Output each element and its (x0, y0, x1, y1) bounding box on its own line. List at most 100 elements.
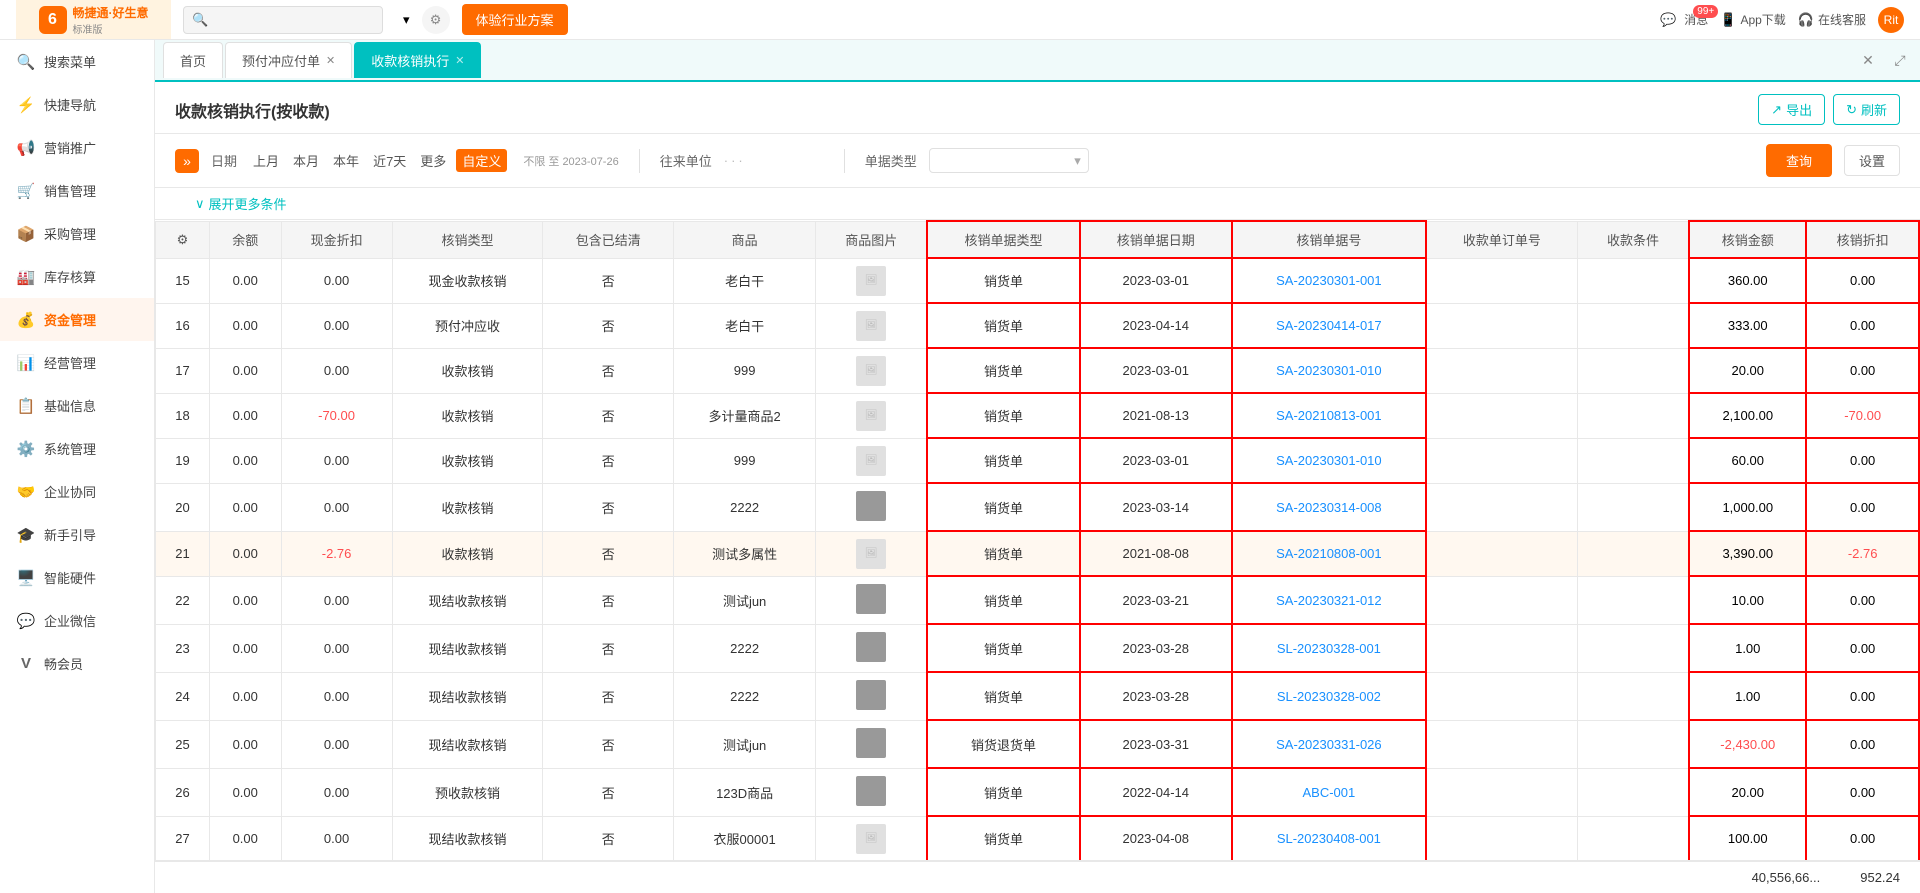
sidebar-item-operations[interactable]: 📊 经营管理 (0, 341, 154, 384)
cell-verify-no[interactable]: SA-20230314-008 (1232, 483, 1426, 531)
cell-verify-amount: 360.00 (1689, 258, 1806, 303)
sidebar-item-label: 库存核算 (44, 267, 96, 286)
cell-verify-bill-type: 销货单 (927, 438, 1079, 483)
top-bar: 6 畅捷通·好生意 标准版 🔍 ▾ ⚙ 体验行业方案 💬 99+ 消息 📱 Ap… (0, 0, 1920, 40)
tab-home[interactable]: 首页 (163, 42, 223, 78)
dropdown-arrow[interactable]: ▾ (403, 12, 410, 28)
tab-prepay-close[interactable]: ✕ (326, 54, 335, 67)
sidebar-item-guide[interactable]: 🎓 新手引导 (0, 513, 154, 556)
cell-verify-no[interactable]: SA-20230301-001 (1232, 258, 1426, 303)
cell-verify-no[interactable]: ABC-001 (1232, 768, 1426, 816)
tab-prepay[interactable]: 预付冲应付单 ✕ (225, 42, 352, 78)
cell-verify-no[interactable]: SA-20230301-010 (1232, 438, 1426, 483)
online-service-link[interactable]: 🎧 在线客服 (1798, 11, 1866, 28)
cell-cash-discount: 0.00 (281, 258, 392, 303)
sidebar-item-corp[interactable]: 🤝 企业协同 (0, 470, 154, 513)
cell-verify-no[interactable]: SL-20230408-001 (1232, 816, 1426, 860)
cell-verify-type: 现结收款核销 (392, 816, 543, 860)
cell-balance: 0.00 (209, 576, 281, 624)
user-avatar[interactable]: Rit (1878, 7, 1904, 33)
cell-goods: 123D商品 (674, 768, 816, 816)
cell-verify-amount: 333.00 (1689, 303, 1806, 348)
gear-button[interactable]: ⚙ (422, 6, 450, 34)
sidebar-item-wechat[interactable]: 💬 企业微信 (0, 599, 154, 642)
sidebar-item-sales[interactable]: 🛒 销售管理 (0, 169, 154, 212)
refresh-button[interactable]: ↻ 刷新 (1833, 94, 1900, 125)
date-filter-label: 日期 (211, 151, 237, 170)
cell-verify-discount: 0.00 (1806, 816, 1919, 860)
cell-receipt-order-no (1426, 672, 1577, 720)
cell-verify-no[interactable]: SA-20230414-017 (1232, 303, 1426, 348)
date-link-7days[interactable]: 近7天 (369, 149, 410, 172)
settings-button[interactable]: 设置 (1844, 145, 1900, 176)
tab-verify[interactable]: 收款核销执行 ✕ (354, 42, 481, 78)
sidebar-item-member[interactable]: V 畅会员 (0, 642, 154, 685)
bill-type-select[interactable] (929, 148, 1089, 173)
date-link-custom[interactable]: 自定义 (456, 149, 507, 172)
sidebar-item-quicknav[interactable]: ⚡ 快捷导航 (0, 83, 154, 126)
cell-included: 否 (543, 576, 674, 624)
cell-goods: 多计量商品2 (674, 393, 816, 438)
cell-receipt-cond (1577, 258, 1689, 303)
date-link-this-month[interactable]: 本月 (289, 149, 323, 172)
close-tab-button[interactable]: ✕ (1856, 48, 1880, 72)
cell-verify-date: 2022-04-14 (1080, 768, 1232, 816)
expand-more-button[interactable]: ∨ 展开更多条件 (195, 194, 287, 213)
sidebar-item-search[interactable]: 🔍 搜索菜单 (0, 40, 154, 83)
message-icon-wrap[interactable]: 💬 99+ 消息 (1660, 11, 1708, 28)
cell-verify-no[interactable]: SA-20230321-012 (1232, 576, 1426, 624)
sidebar-item-finance[interactable]: 💰 资金管理 (0, 298, 154, 341)
filter-expand-button[interactable]: » (175, 149, 199, 173)
date-link-prev-month[interactable]: 上月 (249, 149, 283, 172)
sidebar-item-label: 采购管理 (44, 224, 96, 243)
date-link-this-year[interactable]: 本年 (329, 149, 363, 172)
footer-discount-total: 952.24 (1860, 870, 1900, 885)
cell-included: 否 (543, 348, 674, 393)
app-download-link[interactable]: 📱 App下载 (1720, 11, 1786, 28)
cell-verify-no[interactable]: SA-20210813-001 (1232, 393, 1426, 438)
maximize-tab-button[interactable]: ⤢ (1888, 48, 1912, 72)
cell-verify-amount: 100.00 (1689, 816, 1806, 860)
cell-verify-no[interactable]: SL-20230328-001 (1232, 624, 1426, 672)
cell-verify-amount: 1.00 (1689, 672, 1806, 720)
cell-receipt-cond (1577, 720, 1689, 768)
bill-type-select-wrap[interactable] (929, 148, 1089, 173)
cell-verify-amount: 1.00 (1689, 624, 1806, 672)
sidebar-item-base[interactable]: 📋 基础信息 (0, 384, 154, 427)
top-search-box[interactable]: 🔍 (183, 6, 383, 34)
sidebar-item-marketing[interactable]: 📢 营销推广 (0, 126, 154, 169)
date-link-more[interactable]: 更多 (416, 149, 450, 172)
cell-verify-no[interactable]: SL-20230328-002 (1232, 672, 1426, 720)
cell-verify-bill-type: 销货单 (927, 258, 1079, 303)
cell-verify-date: 2023-03-01 (1080, 258, 1232, 303)
table-scroll[interactable]: ⚙ 余额 现金折扣 核销类型 包含已结清 商品 商品图片 核销单据类型 核销单据… (155, 220, 1920, 860)
industry-solution-button[interactable]: 体验行业方案 (462, 4, 568, 35)
sidebar-item-inventory[interactable]: 🏭 库存核算 (0, 255, 154, 298)
date-quick-links: 上月 本月 本年 近7天 更多 自定义 (249, 149, 507, 172)
cell-balance: 0.00 (209, 393, 281, 438)
cell-verify-no[interactable]: SA-20230331-026 (1232, 720, 1426, 768)
tab-verify-close[interactable]: ✕ (455, 54, 464, 67)
sidebar-item-hardware[interactable]: 🖥️ 智能硬件 (0, 556, 154, 599)
cell-cash-discount: 0.00 (281, 672, 392, 720)
col-header-cash-discount: 现金折扣 (281, 221, 392, 258)
cell-receipt-order-no (1426, 720, 1577, 768)
cell-receipt-cond (1577, 483, 1689, 531)
cell-verify-no[interactable]: SA-20230301-010 (1232, 348, 1426, 393)
cell-no: 15 (156, 258, 210, 303)
tab-home-label: 首页 (180, 51, 206, 70)
sidebar-item-label: 畅会员 (44, 654, 83, 673)
cell-verify-bill-type: 销货单 (927, 624, 1079, 672)
cell-included: 否 (543, 816, 674, 860)
query-button[interactable]: 查询 (1766, 144, 1832, 177)
cell-goods-img (816, 672, 928, 720)
cell-no: 21 (156, 531, 210, 576)
sidebar-item-system[interactable]: ⚙️ 系统管理 (0, 427, 154, 470)
cell-goods: 2222 (674, 624, 816, 672)
sidebar-item-purchase[interactable]: 📦 采购管理 (0, 212, 154, 255)
cell-verify-no[interactable]: SA-20210808-001 (1232, 531, 1426, 576)
from-unit-dots[interactable]: ··· (724, 153, 824, 168)
finance-icon: 💰 (16, 311, 36, 329)
export-button[interactable]: ↗ 导出 (1758, 94, 1825, 125)
table-body: 15 0.00 0.00 现金收款核销 否 老白干 🖼 销货单 2023-03-… (156, 258, 1920, 860)
